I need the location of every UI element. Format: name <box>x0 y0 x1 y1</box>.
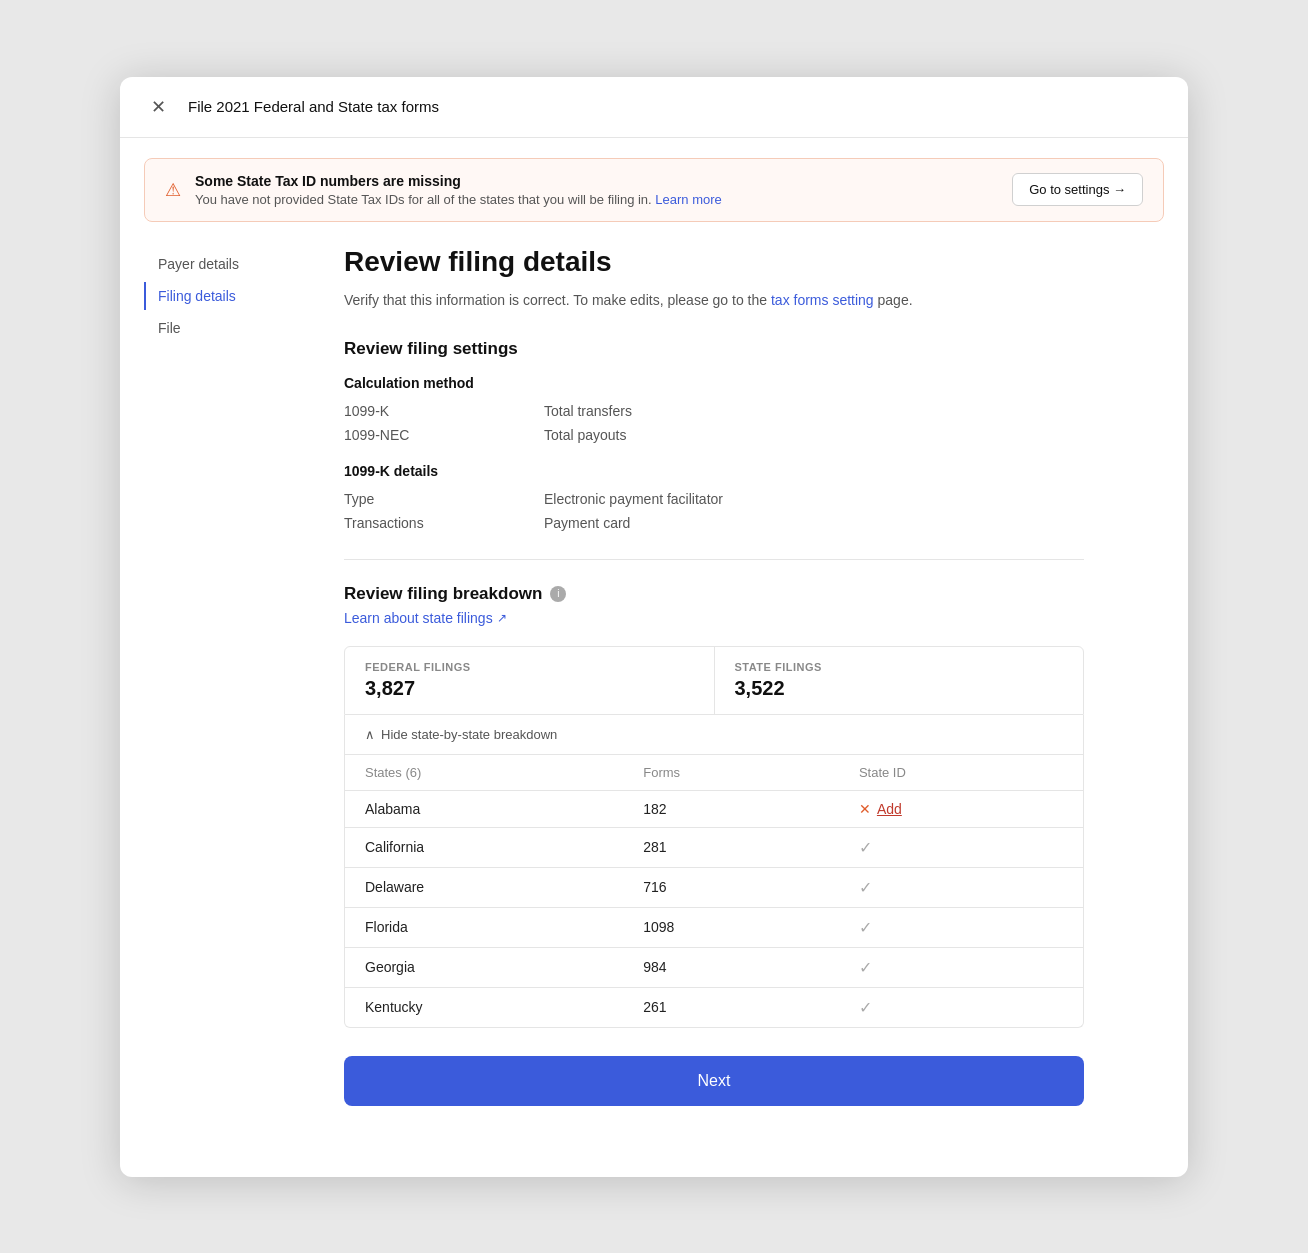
state-breakdown-table: States (6) Forms State ID Alabama182 ✕ Add… <box>345 755 1083 1027</box>
federal-filings-count: 3,827 <box>365 677 694 700</box>
table-row: California281 ✓ <box>345 827 1083 867</box>
state-id-cell: ✓ <box>839 907 1083 947</box>
next-button[interactable]: Next <box>344 1056 1084 1106</box>
details-value-transactions: Payment card <box>544 515 630 531</box>
forms-count: 984 <box>623 947 839 987</box>
table-row: Alabama182 ✕ Add <box>345 790 1083 827</box>
forms-count: 1098 <box>623 907 839 947</box>
state-table-wrapper: States (6) Forms State ID Alabama182 ✕ Add… <box>344 755 1084 1028</box>
go-to-settings-button[interactable]: Go to settings → <box>1012 173 1143 206</box>
tax-forms-settings-link[interactable]: tax forms setting <box>771 292 874 308</box>
calc-key-1099nec: 1099-NEC <box>344 427 544 443</box>
sidebar-item-payer-details[interactable]: Payer details <box>144 250 304 278</box>
details-row-type: Type Electronic payment facilitator <box>344 491 1084 507</box>
forms-count: 716 <box>623 867 839 907</box>
col-forms: Forms <box>623 755 839 791</box>
table-row: Kentucky261 ✓ <box>345 987 1083 1027</box>
desc-part2: page. <box>878 292 913 308</box>
table-row: Delaware716 ✓ <box>345 867 1083 907</box>
add-state-id-link[interactable]: Add <box>877 801 902 817</box>
external-link-icon: ↗ <box>497 611 507 625</box>
details-row-transactions: Transactions Payment card <box>344 515 1084 531</box>
table-row: Florida1098 ✓ <box>345 907 1083 947</box>
check-icon: ✓ <box>859 999 872 1016</box>
window-title: File 2021 Federal and State tax forms <box>188 98 439 115</box>
learn-about-state-filings-link[interactable]: Learn about state filings ↗ <box>344 610 1084 626</box>
state-name: California <box>345 827 623 867</box>
state-name: Kentucky <box>345 987 623 1027</box>
missing-id-container: ✕ Add <box>859 801 1063 817</box>
close-button[interactable]: ✕ <box>144 93 172 121</box>
forms-count: 281 <box>623 827 839 867</box>
main-content: Payer details Filing details File Review… <box>120 242 1188 1177</box>
check-icon: ✓ <box>859 879 872 896</box>
filings-grid: FEDERAL FILINGS 3,827 STATE FILINGS 3,52… <box>344 646 1084 715</box>
state-filings-cell: STATE FILINGS 3,522 <box>715 647 1084 714</box>
details-value-type: Electronic payment facilitator <box>544 491 723 507</box>
title-bar: ✕ File 2021 Federal and State tax forms <box>120 77 1188 138</box>
state-id-cell: ✓ <box>839 867 1083 907</box>
alert-content: Some State Tax ID numbers are missing Yo… <box>195 173 998 207</box>
warning-icon: ⚠ <box>165 179 181 201</box>
details-key-type: Type <box>344 491 544 507</box>
calc-value-1099nec: Total payouts <box>544 427 627 443</box>
review-filing-breakdown: Review filing breakdown i Learn about st… <box>344 584 1084 1028</box>
x-icon: ✕ <box>859 801 871 817</box>
federal-filings-cell: FEDERAL FILINGS 3,827 <box>345 647 715 714</box>
page-title: Review filing details <box>344 246 1084 278</box>
state-name: Delaware <box>345 867 623 907</box>
table-row: Georgia984 ✓ <box>345 947 1083 987</box>
check-icon: ✓ <box>859 919 872 936</box>
sidebar-item-file[interactable]: File <box>144 314 304 342</box>
state-id-cell[interactable]: ✕ Add <box>839 790 1083 827</box>
main-window: ✕ File 2021 Federal and State tax forms … <box>120 77 1188 1177</box>
sidebar: Payer details Filing details File <box>144 242 304 1153</box>
details-label: 1099-K details <box>344 463 1084 479</box>
learn-more-link[interactable]: Learn more <box>655 192 721 207</box>
state-id-cell: ✓ <box>839 947 1083 987</box>
forms-count: 182 <box>623 790 839 827</box>
desc-part1: Verify that this information is correct.… <box>344 292 767 308</box>
alert-banner: ⚠ Some State Tax ID numbers are missing … <box>144 158 1164 222</box>
review-filing-settings: Review filing settings Calculation metho… <box>344 339 1084 531</box>
content-area: Review filing details Verify that this i… <box>304 242 1084 1153</box>
forms-count: 261 <box>623 987 839 1027</box>
state-id-cell: ✓ <box>839 987 1083 1027</box>
calc-row-1099nec: 1099-NEC Total payouts <box>344 427 1084 443</box>
toggle-breakdown-label: Hide state-by-state breakdown <box>381 727 557 742</box>
alert-body: You have not provided State Tax IDs for … <box>195 192 998 207</box>
info-icon[interactable]: i <box>550 586 566 602</box>
breakdown-title: Review filing breakdown <box>344 584 542 604</box>
sidebar-item-filing-details[interactable]: Filing details <box>144 282 304 310</box>
alert-title: Some State Tax ID numbers are missing <box>195 173 998 189</box>
state-filings-count: 3,522 <box>735 677 1064 700</box>
chevron-up-icon: ∧ <box>365 727 375 742</box>
details-key-transactions: Transactions <box>344 515 544 531</box>
calc-key-1099k: 1099-K <box>344 403 544 419</box>
page-description: Verify that this information is correct.… <box>344 290 1084 311</box>
check-icon: ✓ <box>859 959 872 976</box>
settings-section-title: Review filing settings <box>344 339 1084 359</box>
breakdown-header: Review filing breakdown i <box>344 584 1084 604</box>
alert-body-text: You have not provided State Tax IDs for … <box>195 192 652 207</box>
state-id-cell: ✓ <box>839 827 1083 867</box>
toggle-breakdown-row[interactable]: ∧ Hide state-by-state breakdown <box>344 715 1084 755</box>
state-name: Georgia <box>345 947 623 987</box>
table-header-row: States (6) Forms State ID <box>345 755 1083 791</box>
learn-link-text: Learn about state filings <box>344 610 493 626</box>
col-state-id: State ID <box>839 755 1083 791</box>
federal-filings-label: FEDERAL FILINGS <box>365 661 694 673</box>
calculation-label: Calculation method <box>344 375 1084 391</box>
section-divider <box>344 559 1084 560</box>
col-states: States (6) <box>345 755 623 791</box>
state-name: Alabama <box>345 790 623 827</box>
calc-value-1099k: Total transfers <box>544 403 632 419</box>
calc-row-1099k: 1099-K Total transfers <box>344 403 1084 419</box>
check-icon: ✓ <box>859 839 872 856</box>
state-name: Florida <box>345 907 623 947</box>
state-filings-label: STATE FILINGS <box>735 661 1064 673</box>
